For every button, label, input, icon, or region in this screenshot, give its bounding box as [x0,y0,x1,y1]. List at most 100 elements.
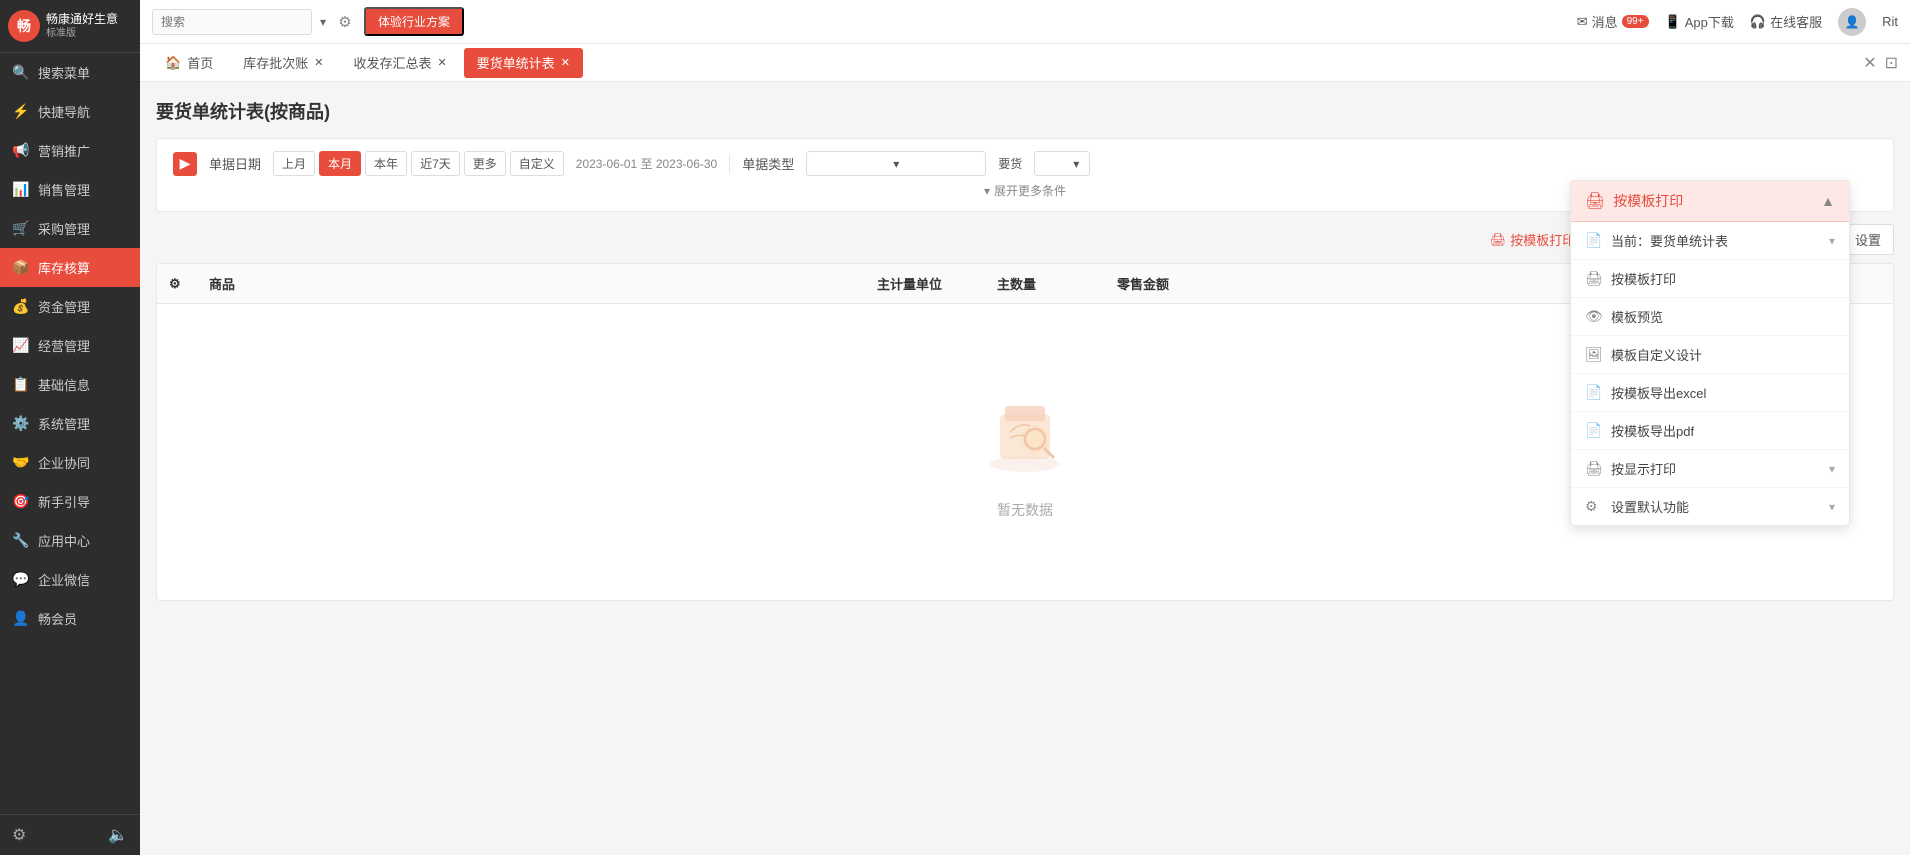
sidebar-item-label: 库存核算 [38,258,90,277]
home-icon: 🏠 [165,55,181,71]
sidebar-item-purchase[interactable]: 🛒采购管理 [0,209,140,248]
topbar-right: ✉ 消息 99+ 📱 App下载 🎧 在线客服 👤 Rit [1577,8,1898,36]
date-btn-prev-month[interactable]: 上月 [273,151,315,176]
sidebar-item-quick-nav[interactable]: ⚡ 快捷导航 [0,92,140,131]
chevron-down-icon: ▾ [893,157,899,171]
sidebar-item-label: 经营管理 [38,336,90,355]
doc-type-select[interactable]: ▾ [806,151,986,176]
sidebar-bottom: ⚙ 🔈 [0,814,140,855]
tab-order-stats[interactable]: 要货单统计表✕ [464,48,583,78]
empty-text: 暂无数据 [997,500,1053,520]
tab-close-icon[interactable]: ✕ [437,56,446,69]
sidebar-item-search[interactable]: 🔍 搜索菜单 [0,53,140,92]
template-export-pdf-icon: 📄 [1585,422,1601,439]
printer-icon: 🖨 [1490,232,1507,248]
sidebar-item-guide[interactable]: 🎯新手引导 [0,482,140,521]
settings-icon[interactable]: ⚙ [12,825,26,845]
sidebar-item-cooperation[interactable]: 🤝企业协同 [0,443,140,482]
dropdown-item-default-func[interactable]: ⚙设置默认功能▾ [1571,488,1849,525]
current-template-item[interactable]: 📄 当前：要货单统计表 ▾ [1571,222,1849,260]
template-icon: 📄 [1585,232,1601,249]
page-title: 要货单统计表(按商品) [156,98,1894,124]
template-design-icon: 🖼 [1585,346,1601,363]
inventory-icon: 📦 [12,259,30,277]
default-func-icon: ⚙ [1585,498,1601,515]
chevron-right-icon: ▾ [1829,234,1835,248]
system-icon: ⚙️ [12,415,30,433]
date-btn-last-7[interactable]: 近7天 [411,151,460,176]
th-settings: ⚙ [157,274,197,293]
sound-icon[interactable]: 🔈 [108,825,128,845]
sidebar-item-system[interactable]: ⚙️ 系统管理 [0,404,140,443]
nav-dropdown-btn[interactable]: ▾ [320,15,326,29]
chevron-right-icon: ▾ [1829,500,1835,514]
app-download-button[interactable]: 📱 App下载 [1665,12,1734,31]
demand-tag-select[interactable]: ▾ [1034,151,1090,176]
date-btn-this-month[interactable]: 本月 [319,151,361,176]
online-service-button[interactable]: 🎧 在线客服 [1750,12,1822,31]
sidebar-item-finance[interactable]: 💰资金管理 [0,287,140,326]
template-print-icon: 🖨 [1585,270,1601,287]
wechat-icon: 💬 [12,571,30,589]
sidebar-item-marketing[interactable]: 📢营销推广 [0,131,140,170]
guide-icon: 🎯 [12,493,30,511]
sidebar-item-label: 系统管理 [38,414,90,433]
date-btn-more[interactable]: 更多 [464,151,506,176]
tab-home[interactable]: 🏠首页 [152,48,226,78]
date-btn-custom[interactable]: 自定义 [510,151,564,176]
sidebar-item-label: 企业协同 [38,453,90,472]
tabbar: 🏠首页库存批次账✕收发存汇总表✕要货单统计表✕ ✕ ⊡ [140,44,1910,82]
sidebar-item-basic[interactable]: 📋基础信息 [0,365,140,404]
phone-icon: 📱 [1665,14,1681,30]
th-retail: 零售金额 [1105,274,1225,293]
th-unit: 主计量单位 [865,274,985,293]
dropdown-item-template-preview[interactable]: 👁模板预览 [1571,298,1849,336]
dropdown-item-display-print[interactable]: 🖨按显示打印▾ [1571,450,1849,488]
sidebar-item-operations[interactable]: 📈经营管理 [0,326,140,365]
dropdown-item-template-print[interactable]: 🖨按模板打印 [1571,260,1849,298]
doc-type-label: 单据类型 [742,154,794,173]
tab-close-icon[interactable]: ✕ [561,56,570,69]
dropdown-item-template-design[interactable]: 🖼模板自定义设计 [1571,336,1849,374]
sidebar-item-wechat[interactable]: 💬 企业微信 [0,560,140,599]
topbar-gear-icon[interactable]: ⚙ [334,11,356,33]
print-dropdown: 🖨 按模板打印 ▲ 📄 当前：要货单统计表 ▾ 🖨按模板打印👁模板预览🖼模板自定… [1570,180,1850,526]
appstore-icon: 🔧 [12,532,30,550]
quick-nav-icon: ⚡ [12,103,30,121]
sales-icon: 📊 [12,181,30,199]
sidebar-item-label: 采购管理 [38,219,90,238]
sidebar-item-label: 基础信息 [38,375,90,394]
chevron-down-icon: ▾ [320,15,326,29]
maximize-window-icon[interactable]: ⊡ [1885,53,1898,73]
dropdown-close-icon[interactable]: ▲ [1821,193,1835,209]
sidebar-item-label: 快捷导航 [38,102,90,121]
date-btn-this-year[interactable]: 本年 [365,151,407,176]
sidebar-item-sales[interactable]: 📊销售管理 [0,170,140,209]
tab-close-icon[interactable]: ✕ [314,56,323,69]
divider [729,154,730,174]
sidebar-item-inventory[interactable]: 📦 库存核算 [0,248,140,287]
search-input[interactable] [152,9,312,35]
empty-illustration [975,384,1075,484]
dropdown-item-template-export-excel[interactable]: 📄按模板导出excel [1571,374,1849,412]
trial-button[interactable]: 体验行业方案 [364,7,464,36]
chevron-right-icon: ▾ [1829,462,1835,476]
sidebar-item-label: 企业微信 [38,570,90,589]
message-button[interactable]: ✉ 消息 99+ [1577,12,1649,31]
template-export-excel-icon: 📄 [1585,384,1601,401]
finance-icon: 💰 [12,298,30,316]
dropdown-item-template-export-pdf[interactable]: 📄按模板导出pdf [1571,412,1849,450]
topbar: ▾ ⚙ 体验行业方案 ✉ 消息 99+ 📱 App下载 🎧 在线客服 👤 Rit [140,0,1910,44]
sidebar-item-label: 畅会员 [38,609,77,628]
search-icon: 🔍 [12,64,30,82]
filter-expand-button[interactable]: ▶ [173,152,197,176]
avatar[interactable]: 👤 [1838,8,1866,36]
tab-collect-summary[interactable]: 收发存汇总表✕ [340,48,459,78]
sidebar-logo: 畅 畅康通好生意 标准版 [0,0,140,53]
tab-inventory-batch[interactable]: 库存批次账✕ [230,48,336,78]
close-window-icon[interactable]: ✕ [1863,53,1876,73]
sidebar-item-label: 搜索菜单 [38,63,90,82]
sidebar-item-appstore[interactable]: 🔧应用中心 [0,521,140,560]
sidebar-item-member[interactable]: 👤畅会员 [0,599,140,638]
message-icon: ✉ [1577,14,1588,30]
